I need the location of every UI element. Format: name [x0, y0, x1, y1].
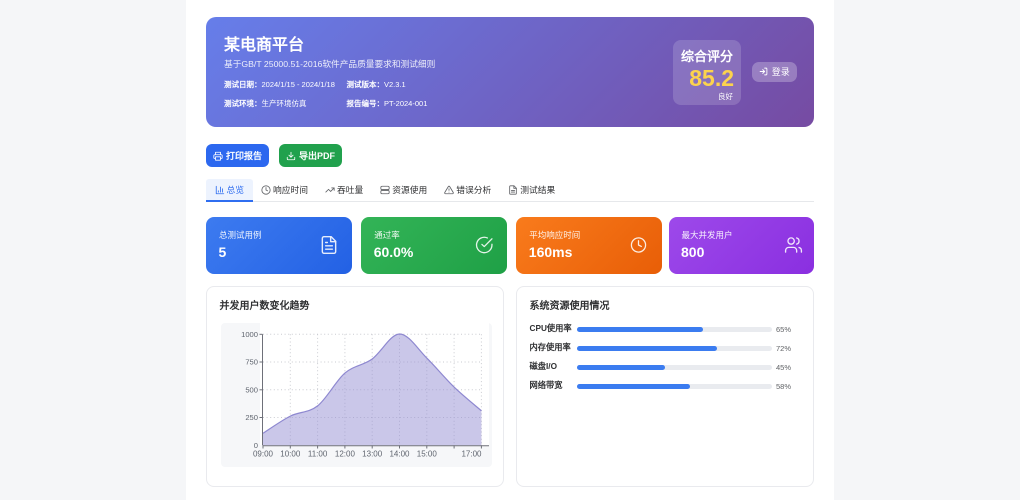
svg-text:12:00: 12:00	[334, 450, 355, 459]
svg-text:09:00: 09:00	[252, 450, 273, 459]
svg-text:13:00: 13:00	[362, 450, 383, 459]
svg-text:750: 750	[245, 358, 258, 367]
svg-text:14:00: 14:00	[389, 450, 410, 459]
svg-text:10:00: 10:00	[280, 450, 301, 459]
svg-text:15:00: 15:00	[416, 450, 437, 459]
svg-text:250: 250	[245, 413, 258, 422]
svg-text:1000: 1000	[241, 330, 258, 339]
svg-text:17:00: 17:00	[461, 450, 482, 459]
svg-text:500: 500	[245, 386, 258, 395]
svg-text:11:00: 11:00	[307, 450, 327, 459]
